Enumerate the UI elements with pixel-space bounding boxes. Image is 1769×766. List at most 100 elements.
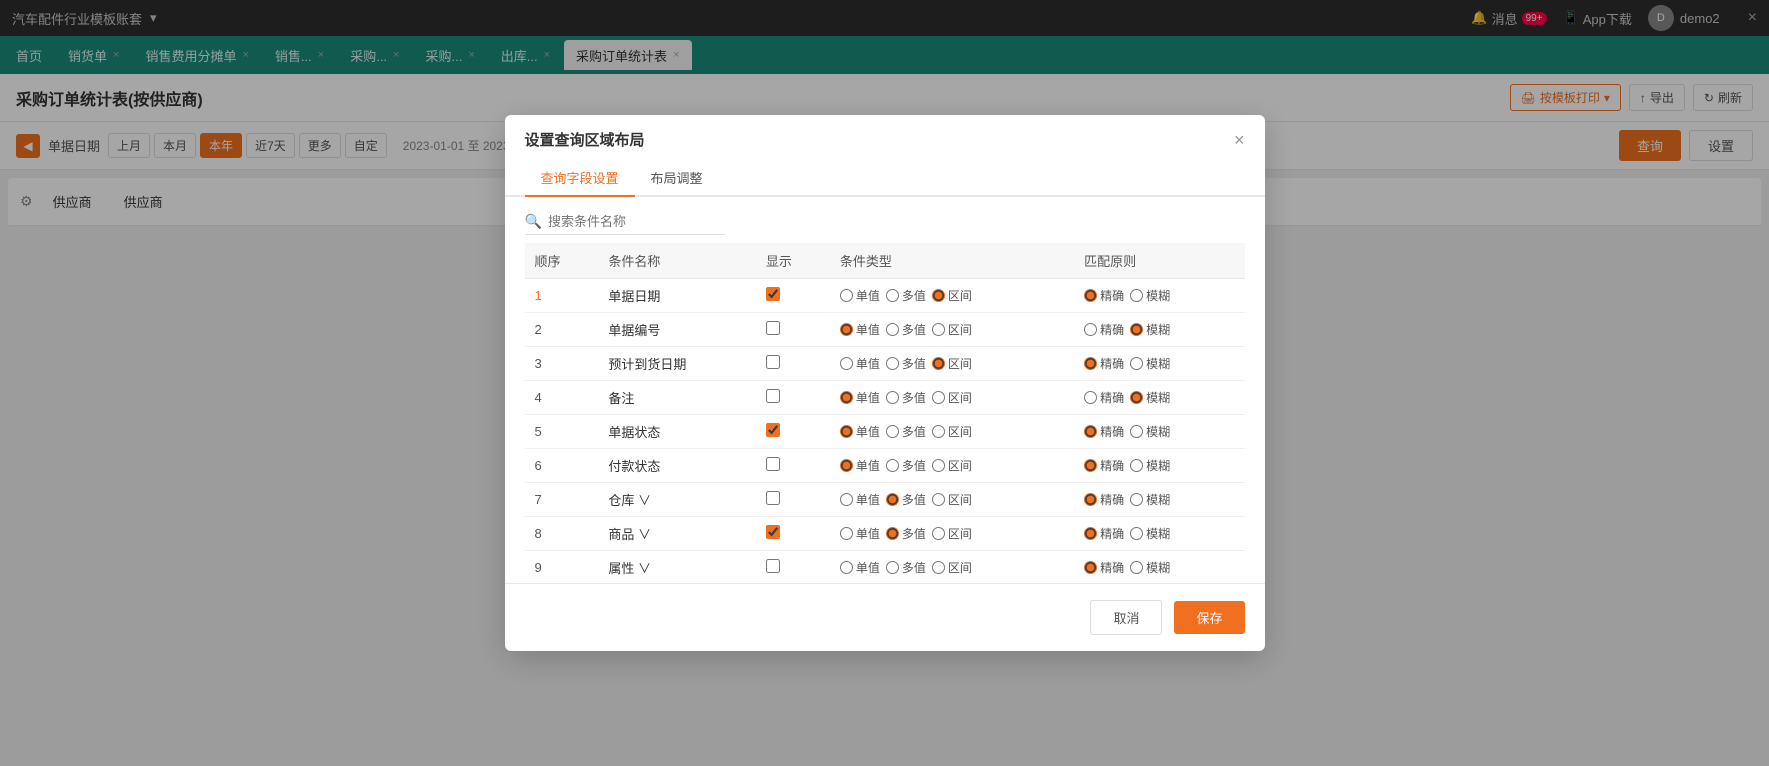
type-multi-label[interactable]: 多值 [886, 287, 926, 304]
modal-tab-query-fields[interactable]: 查询字段设置 [525, 160, 635, 197]
match-exact-label[interactable]: 精确 [1084, 287, 1124, 304]
match-fuzzy-label[interactable]: 模糊 [1130, 491, 1170, 508]
type-single-radio[interactable] [840, 425, 853, 438]
type-single-radio[interactable] [840, 493, 853, 506]
match-fuzzy-label[interactable]: 模糊 [1130, 321, 1170, 338]
match-exact-label[interactable]: 精确 [1084, 321, 1124, 338]
type-multi-label[interactable]: 多值 [886, 559, 926, 576]
match-fuzzy-label[interactable]: 模糊 [1130, 389, 1170, 406]
match-exact-label[interactable]: 精确 [1084, 389, 1124, 406]
type-range-label[interactable]: 区间 [932, 525, 972, 542]
row-display-checkbox[interactable] [756, 449, 830, 483]
type-range-label[interactable]: 区间 [932, 389, 972, 406]
match-fuzzy-label[interactable]: 模糊 [1130, 457, 1170, 474]
save-button[interactable]: 保存 [1174, 601, 1244, 634]
type-single-label[interactable]: 单值 [840, 355, 880, 372]
type-single-radio[interactable] [840, 357, 853, 370]
match-fuzzy-radio[interactable] [1130, 561, 1143, 574]
match-exact-label[interactable]: 精确 [1084, 491, 1124, 508]
type-multi-radio[interactable] [886, 289, 899, 302]
row-display-checkbox[interactable] [756, 517, 830, 551]
type-single-label[interactable]: 单值 [840, 389, 880, 406]
match-fuzzy-label[interactable]: 模糊 [1130, 287, 1170, 304]
type-single-radio[interactable] [840, 289, 853, 302]
match-fuzzy-radio[interactable] [1130, 493, 1143, 506]
match-exact-label[interactable]: 精确 [1084, 457, 1124, 474]
type-multi-label[interactable]: 多值 [886, 457, 926, 474]
modal-close-button[interactable]: × [1234, 131, 1245, 149]
type-multi-radio[interactable] [886, 561, 899, 574]
row-display-checkbox[interactable] [756, 381, 830, 415]
type-multi-radio[interactable] [886, 459, 899, 472]
type-range-radio[interactable] [932, 425, 945, 438]
type-single-radio[interactable] [840, 323, 853, 336]
type-range-label[interactable]: 区间 [932, 423, 972, 440]
type-single-label[interactable]: 单值 [840, 525, 880, 542]
type-single-label[interactable]: 单值 [840, 423, 880, 440]
type-range-radio[interactable] [932, 493, 945, 506]
match-fuzzy-label[interactable]: 模糊 [1130, 525, 1170, 542]
match-fuzzy-radio[interactable] [1130, 391, 1143, 404]
row-display-checkbox[interactable] [756, 279, 830, 313]
match-exact-radio[interactable] [1084, 527, 1097, 540]
row-display-checkbox[interactable] [756, 551, 830, 584]
type-range-radio[interactable] [932, 459, 945, 472]
type-multi-label[interactable]: 多值 [886, 423, 926, 440]
type-multi-label[interactable]: 多值 [886, 525, 926, 542]
type-multi-label[interactable]: 多值 [886, 355, 926, 372]
type-range-radio[interactable] [932, 527, 945, 540]
type-multi-radio[interactable] [886, 527, 899, 540]
type-single-label[interactable]: 单值 [840, 321, 880, 338]
type-range-label[interactable]: 区间 [932, 321, 972, 338]
match-fuzzy-label[interactable]: 模糊 [1130, 423, 1170, 440]
type-multi-radio[interactable] [886, 357, 899, 370]
match-fuzzy-radio[interactable] [1130, 357, 1143, 370]
match-fuzzy-label[interactable]: 模糊 [1130, 559, 1170, 576]
match-fuzzy-label[interactable]: 模糊 [1130, 355, 1170, 372]
type-multi-radio[interactable] [886, 425, 899, 438]
row-display-checkbox[interactable] [756, 313, 830, 347]
match-exact-label[interactable]: 精确 [1084, 559, 1124, 576]
row-display-checkbox[interactable] [756, 347, 830, 381]
type-single-label[interactable]: 单值 [840, 287, 880, 304]
match-fuzzy-radio[interactable] [1130, 527, 1143, 540]
cancel-button[interactable]: 取消 [1090, 600, 1162, 635]
match-exact-radio[interactable] [1084, 357, 1097, 370]
match-exact-radio[interactable] [1084, 493, 1097, 506]
type-single-radio[interactable] [840, 391, 853, 404]
type-range-label[interactable]: 区间 [932, 355, 972, 372]
type-multi-radio[interactable] [886, 493, 899, 506]
match-fuzzy-radio[interactable] [1130, 459, 1143, 472]
type-single-radio[interactable] [840, 561, 853, 574]
match-exact-label[interactable]: 精确 [1084, 423, 1124, 440]
row-display-checkbox[interactable] [756, 415, 830, 449]
type-single-label[interactable]: 单值 [840, 491, 880, 508]
row-display-checkbox[interactable] [756, 483, 830, 517]
match-fuzzy-radio[interactable] [1130, 289, 1143, 302]
type-single-label[interactable]: 单值 [840, 559, 880, 576]
type-multi-radio[interactable] [886, 323, 899, 336]
type-range-radio[interactable] [932, 391, 945, 404]
type-range-label[interactable]: 区间 [932, 559, 972, 576]
type-multi-label[interactable]: 多值 [886, 491, 926, 508]
match-exact-radio[interactable] [1084, 425, 1097, 438]
type-single-radio[interactable] [840, 459, 853, 472]
type-range-label[interactable]: 区间 [932, 457, 972, 474]
match-fuzzy-radio[interactable] [1130, 425, 1143, 438]
type-single-label[interactable]: 单值 [840, 457, 880, 474]
type-range-radio[interactable] [932, 323, 945, 336]
search-input[interactable] [548, 214, 708, 229]
match-exact-label[interactable]: 精确 [1084, 525, 1124, 542]
type-range-radio[interactable] [932, 357, 945, 370]
type-range-label[interactable]: 区间 [932, 287, 972, 304]
match-exact-radio[interactable] [1084, 459, 1097, 472]
match-exact-radio[interactable] [1084, 561, 1097, 574]
type-multi-label[interactable]: 多值 [886, 389, 926, 406]
type-multi-radio[interactable] [886, 391, 899, 404]
modal-tab-layout[interactable]: 布局调整 [635, 160, 719, 197]
match-exact-radio[interactable] [1084, 323, 1097, 336]
type-range-label[interactable]: 区间 [932, 491, 972, 508]
match-exact-label[interactable]: 精确 [1084, 355, 1124, 372]
match-fuzzy-radio[interactable] [1130, 323, 1143, 336]
type-multi-label[interactable]: 多值 [886, 321, 926, 338]
